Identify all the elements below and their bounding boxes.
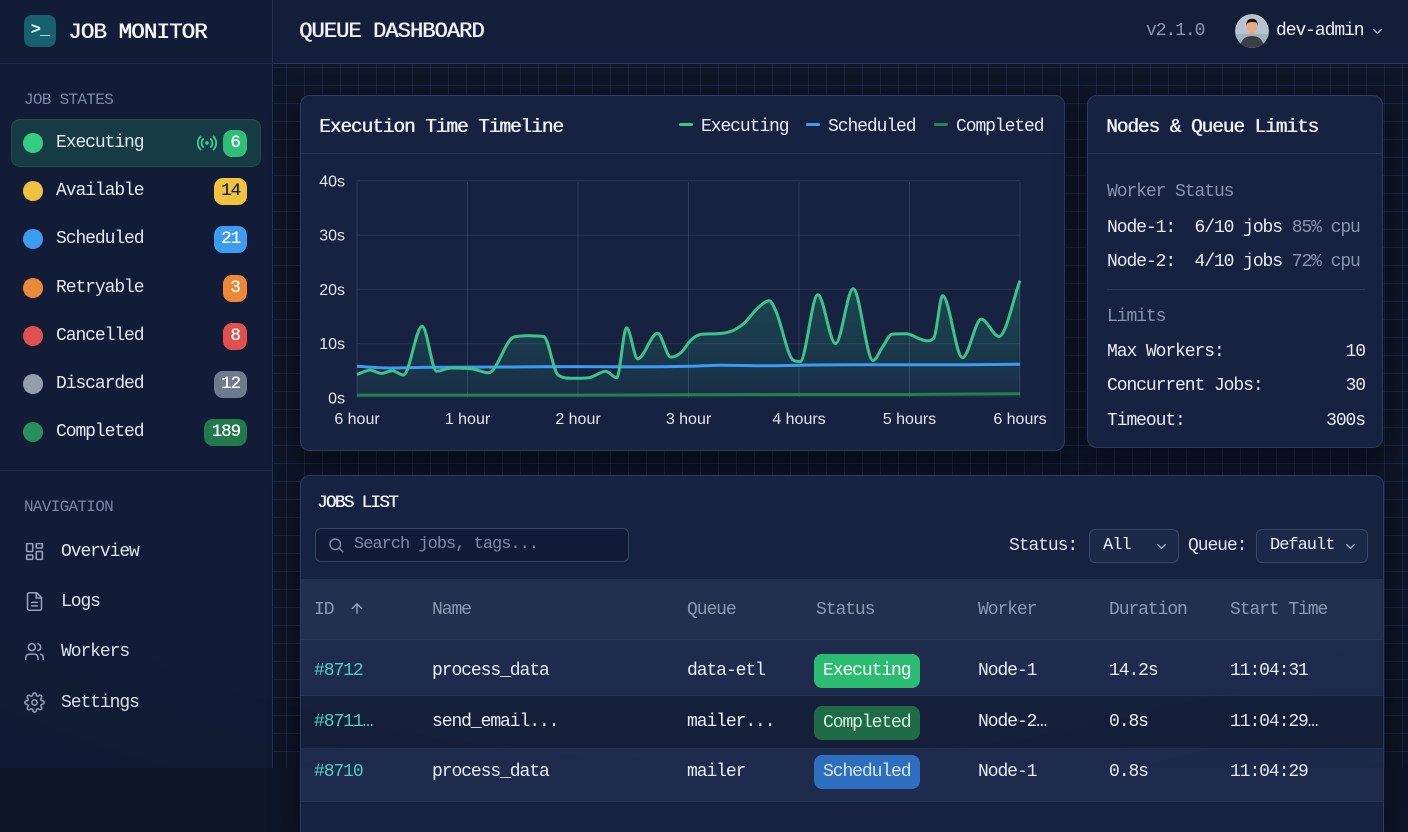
svg-text:10s: 10s bbox=[319, 336, 345, 353]
svg-text:6 hour: 6 hour bbox=[334, 411, 380, 428]
svg-text:6 hours: 6 hours bbox=[993, 411, 1046, 428]
svg-text:3 hour: 3 hour bbox=[666, 411, 712, 428]
svg-text:5 hours: 5 hours bbox=[883, 411, 936, 428]
svg-text:30s: 30s bbox=[319, 228, 345, 245]
svg-text:4 hours: 4 hours bbox=[772, 411, 825, 428]
svg-text:1 hour: 1 hour bbox=[445, 411, 491, 428]
svg-text:0s: 0s bbox=[328, 390, 345, 407]
svg-text:2 hour: 2 hour bbox=[555, 411, 601, 428]
svg-text:20s: 20s bbox=[319, 282, 345, 299]
svg-text:40s: 40s bbox=[319, 173, 345, 190]
